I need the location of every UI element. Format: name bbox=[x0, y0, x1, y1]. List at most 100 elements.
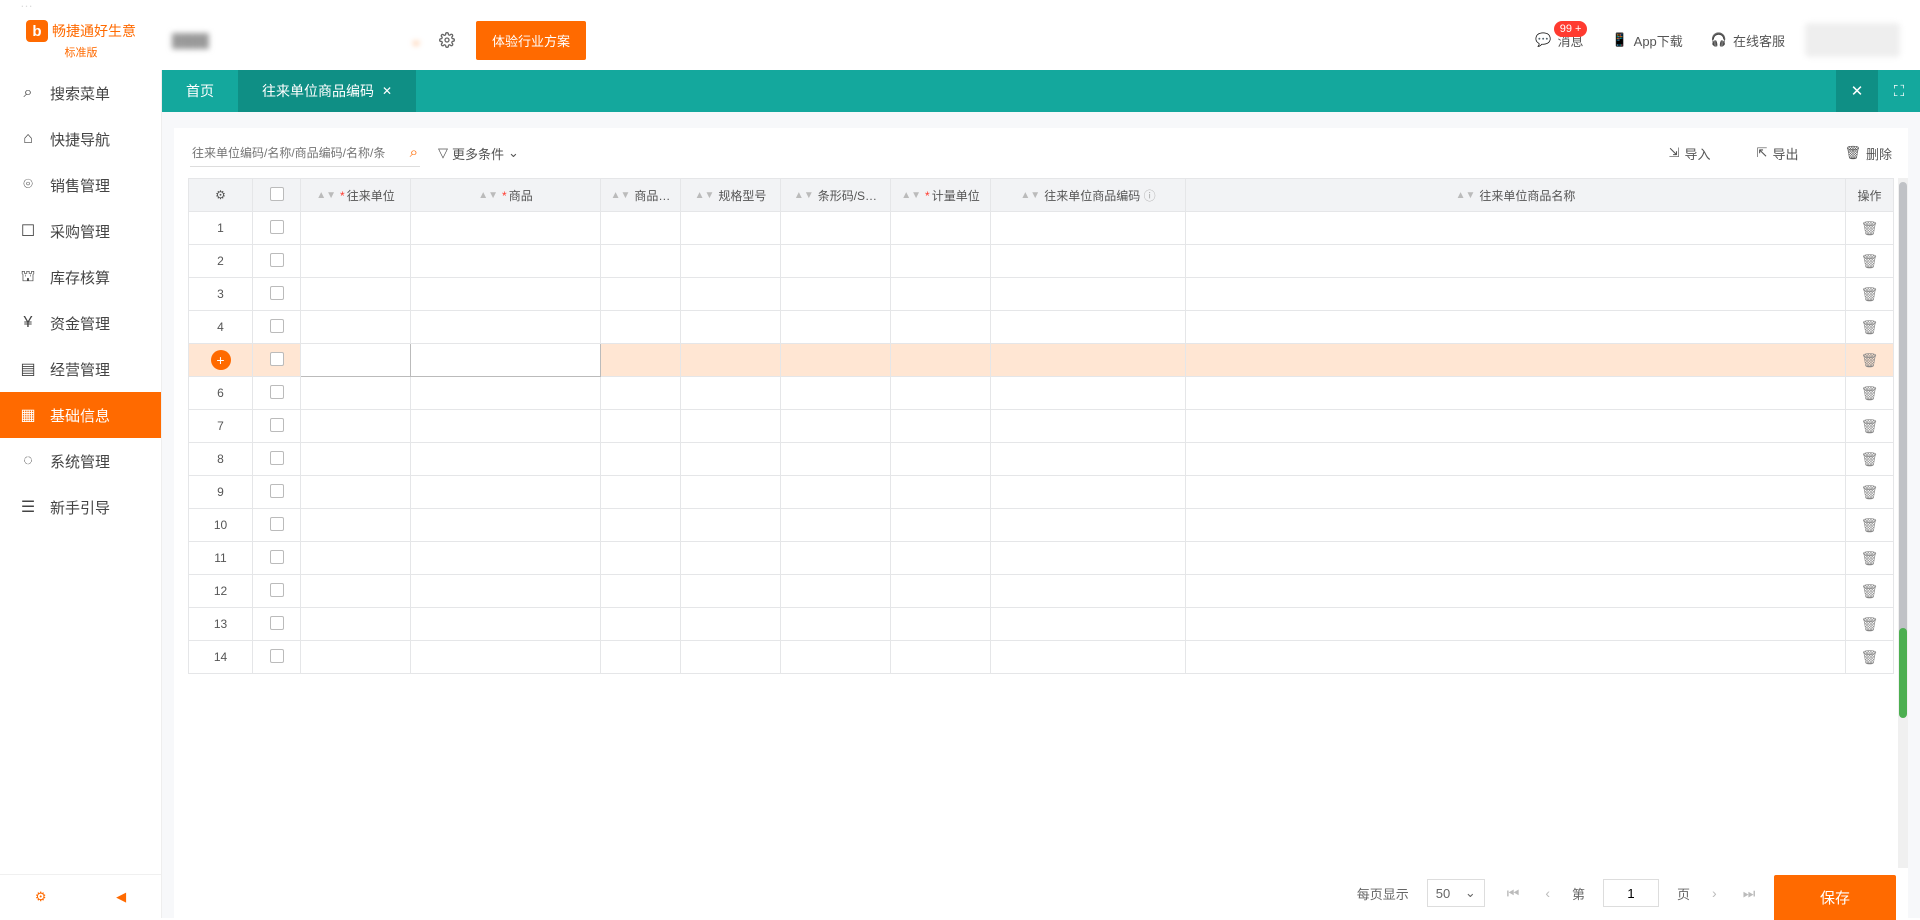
row-checkbox[interactable] bbox=[253, 608, 301, 641]
cell-product[interactable] bbox=[411, 443, 601, 476]
cell[interactable] bbox=[891, 608, 991, 641]
save-button[interactable]: 保存 bbox=[1774, 875, 1896, 920]
cell[interactable] bbox=[781, 608, 891, 641]
table-row[interactable]: 8🗑 bbox=[189, 443, 1894, 476]
cell[interactable] bbox=[891, 542, 991, 575]
cell[interactable] bbox=[1186, 575, 1846, 608]
col-product-short[interactable]: ▲▼商品… bbox=[601, 179, 681, 212]
table-row[interactable]: 9🗑 bbox=[189, 476, 1894, 509]
col-barcode[interactable]: ▲▼条形码/S… bbox=[781, 179, 891, 212]
settings-icon[interactable] bbox=[432, 32, 462, 48]
cell[interactable] bbox=[991, 311, 1186, 344]
cell[interactable] bbox=[1186, 443, 1846, 476]
cell[interactable] bbox=[991, 377, 1186, 410]
cell[interactable] bbox=[681, 377, 781, 410]
cell-product[interactable] bbox=[411, 311, 601, 344]
cell[interactable] bbox=[1186, 476, 1846, 509]
cell-product[interactable] bbox=[411, 410, 601, 443]
cell[interactable] bbox=[681, 509, 781, 542]
cell[interactable] bbox=[681, 344, 781, 377]
cell[interactable] bbox=[601, 443, 681, 476]
sidebar-item-0[interactable]: ⌕搜索菜单 bbox=[0, 70, 161, 116]
cell[interactable] bbox=[781, 278, 891, 311]
cell-unit[interactable] bbox=[301, 509, 411, 542]
cell-unit[interactable] bbox=[301, 443, 411, 476]
row-delete[interactable]: 🗑 bbox=[1846, 311, 1894, 344]
cell[interactable] bbox=[1186, 311, 1846, 344]
cell[interactable] bbox=[781, 476, 891, 509]
cell[interactable] bbox=[601, 410, 681, 443]
cell[interactable] bbox=[781, 443, 891, 476]
cell[interactable] bbox=[991, 575, 1186, 608]
cell[interactable] bbox=[1186, 410, 1846, 443]
col-product[interactable]: ▲▼*商品 bbox=[411, 179, 601, 212]
cell[interactable] bbox=[601, 311, 681, 344]
cell-product[interactable] bbox=[411, 212, 601, 245]
col-uom[interactable]: ▲▼*计量单位 bbox=[891, 179, 991, 212]
cell-unit[interactable] bbox=[301, 311, 411, 344]
cell[interactable] bbox=[781, 542, 891, 575]
cell[interactable] bbox=[891, 509, 991, 542]
cell-product[interactable] bbox=[411, 377, 601, 410]
trial-cta-button[interactable]: 体验行业方案 bbox=[476, 21, 586, 60]
cell-unit[interactable] bbox=[301, 377, 411, 410]
cell[interactable] bbox=[891, 245, 991, 278]
delete-button[interactable]: 🗑删除 bbox=[1844, 144, 1892, 163]
row-delete[interactable]: 🗑 bbox=[1846, 344, 1894, 377]
cell[interactable] bbox=[1186, 245, 1846, 278]
row-checkbox[interactable] bbox=[253, 476, 301, 509]
per-page-select[interactable]: 50⌄ bbox=[1427, 879, 1485, 907]
cell-product[interactable] bbox=[411, 278, 601, 311]
cell[interactable] bbox=[681, 245, 781, 278]
cell-product[interactable] bbox=[411, 575, 601, 608]
cell[interactable] bbox=[781, 311, 891, 344]
row-delete[interactable]: 🗑 bbox=[1846, 410, 1894, 443]
page-prev-button[interactable]: ‹ bbox=[1541, 885, 1554, 901]
row-delete[interactable]: 🗑 bbox=[1846, 476, 1894, 509]
sidebar-item-4[interactable]: ⛫库存核算 bbox=[0, 254, 161, 300]
cell[interactable] bbox=[1186, 641, 1846, 674]
cell[interactable] bbox=[891, 212, 991, 245]
row-checkbox[interactable] bbox=[253, 509, 301, 542]
cell[interactable] bbox=[601, 344, 681, 377]
close-all-tabs-button[interactable]: ✕ bbox=[1836, 70, 1878, 112]
page-first-button[interactable]: ⏮ bbox=[1503, 885, 1524, 902]
cell-product[interactable] bbox=[411, 641, 601, 674]
cell[interactable] bbox=[781, 344, 891, 377]
cell[interactable] bbox=[991, 509, 1186, 542]
cell[interactable] bbox=[601, 542, 681, 575]
table-row[interactable]: +🗑 bbox=[189, 344, 1894, 377]
sidebar-collapse-icon[interactable]: ◀ bbox=[116, 889, 126, 905]
fullscreen-button[interactable]: ⛶ bbox=[1878, 70, 1920, 112]
cell[interactable] bbox=[891, 377, 991, 410]
cell-unit[interactable] bbox=[301, 212, 411, 245]
export-button[interactable]: ⇱导出 bbox=[1757, 144, 1799, 163]
row-checkbox[interactable] bbox=[253, 575, 301, 608]
cell[interactable] bbox=[991, 608, 1186, 641]
row-checkbox[interactable] bbox=[253, 443, 301, 476]
table-row[interactable]: 4🗑 bbox=[189, 311, 1894, 344]
cell-unit[interactable] bbox=[301, 542, 411, 575]
cell[interactable] bbox=[891, 311, 991, 344]
cell[interactable] bbox=[781, 212, 891, 245]
table-row[interactable]: 7🗑 bbox=[189, 410, 1894, 443]
cell-product[interactable] bbox=[411, 608, 601, 641]
row-checkbox[interactable] bbox=[253, 542, 301, 575]
cell[interactable] bbox=[681, 311, 781, 344]
more-filters-button[interactable]: ▽ 更多条件 ⌄ bbox=[438, 144, 519, 163]
cell[interactable] bbox=[891, 575, 991, 608]
row-checkbox[interactable] bbox=[253, 344, 301, 377]
cell[interactable] bbox=[681, 542, 781, 575]
cell[interactable] bbox=[991, 212, 1186, 245]
cell[interactable] bbox=[681, 608, 781, 641]
cell-product[interactable] bbox=[411, 542, 601, 575]
info-icon[interactable]: ⓘ bbox=[1144, 189, 1156, 203]
cell[interactable] bbox=[1186, 509, 1846, 542]
col-unit[interactable]: ▲▼*往来单位 bbox=[301, 179, 411, 212]
cell[interactable] bbox=[991, 476, 1186, 509]
sidebar-settings-icon[interactable]: ⚙ bbox=[35, 889, 47, 905]
row-delete[interactable]: 🗑 bbox=[1846, 509, 1894, 542]
cell[interactable] bbox=[681, 476, 781, 509]
cell-product[interactable] bbox=[411, 476, 601, 509]
sidebar-item-6[interactable]: ▤经营管理 bbox=[0, 346, 161, 392]
